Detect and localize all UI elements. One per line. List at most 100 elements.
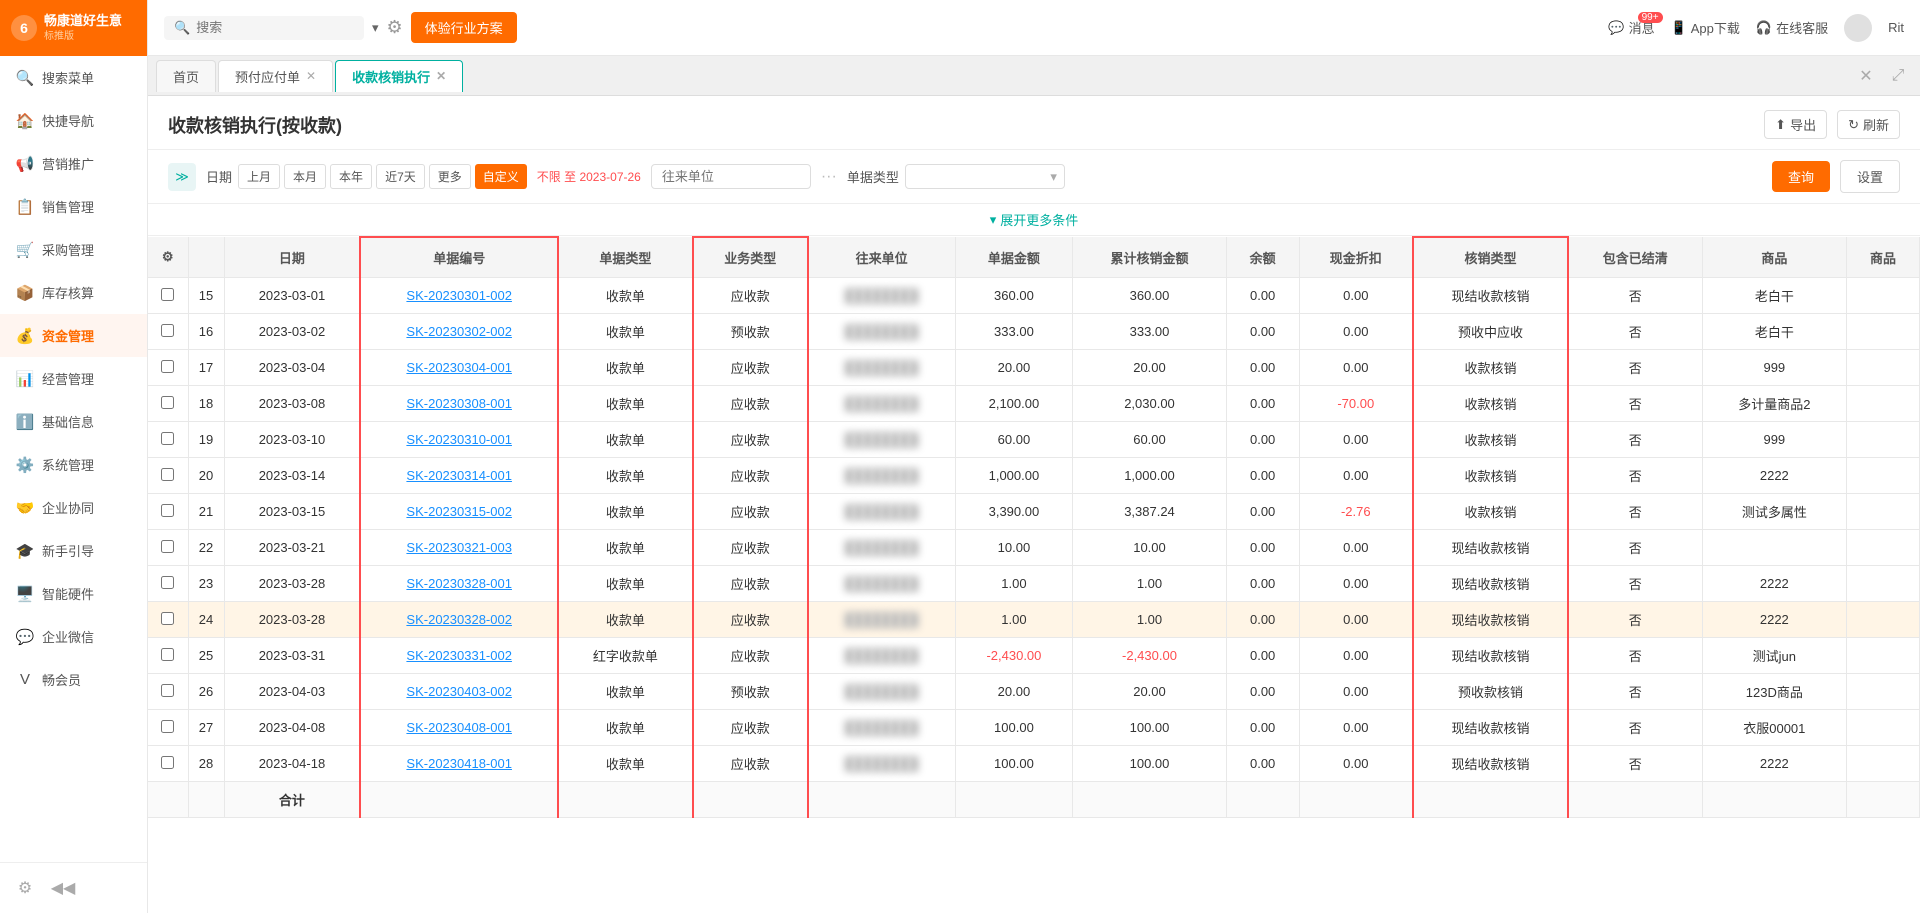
doc-no-link[interactable]: SK-20230403-002 <box>406 684 512 699</box>
th-cancel-type[interactable]: 核销类型 <box>1413 237 1568 278</box>
sidebar-item-search[interactable]: 🔍搜索菜单 <box>0 56 147 99</box>
cell-checkbox[interactable] <box>148 530 188 566</box>
sidebar-item-marketing[interactable]: 📢营销推广 <box>0 142 147 185</box>
expand-more-button[interactable]: ▾ 展开更多条件 <box>990 210 1079 229</box>
sidebar-item-wechat[interactable]: 💬企业微信 <box>0 615 147 658</box>
cell-doc-no[interactable]: SK-20230418-001 <box>360 746 558 782</box>
cell-doc-no[interactable]: SK-20230331-002 <box>360 638 558 674</box>
tab-close-collection[interactable]: ✕ <box>436 69 446 83</box>
sidebar-item-purchase[interactable]: 🛒采购管理 <box>0 228 147 271</box>
cell-checkbox[interactable] <box>148 674 188 710</box>
row-checkbox[interactable] <box>161 648 174 661</box>
th-unit[interactable]: 往来单位 <box>808 237 956 278</box>
th-biz-type[interactable]: 业务类型 <box>693 237 808 278</box>
row-checkbox[interactable] <box>161 540 174 553</box>
more-filters-dots[interactable]: ··· <box>821 168 837 186</box>
cell-doc-no[interactable]: SK-20230328-002 <box>360 602 558 638</box>
doc-no-link[interactable]: SK-20230302-002 <box>406 324 512 339</box>
sidebar-item-guide[interactable]: 🎓新手引导 <box>0 529 147 572</box>
expand-btn[interactable]: ⤢ <box>1884 62 1912 90</box>
tab-close-prepay[interactable]: ✕ <box>306 69 316 83</box>
unit-input[interactable] <box>651 164 811 189</box>
sidebar-item-operations[interactable]: 📊经营管理 <box>0 357 147 400</box>
cell-doc-no[interactable]: SK-20230408-001 <box>360 710 558 746</box>
doc-no-link[interactable]: SK-20230408-001 <box>406 720 512 735</box>
th-gear[interactable]: ⚙ <box>148 237 188 278</box>
solution-button[interactable]: 体验行业方案 <box>411 12 517 43</box>
cell-checkbox[interactable] <box>148 458 188 494</box>
close-all-btn[interactable]: ✕ <box>1852 62 1880 90</box>
th-cash-disc[interactable]: 现金折扣 <box>1299 237 1413 278</box>
th-date[interactable]: 日期 <box>224 237 360 278</box>
cell-doc-no[interactable]: SK-20230403-002 <box>360 674 558 710</box>
doc-no-link[interactable]: SK-20230315-002 <box>406 504 512 519</box>
row-checkbox[interactable] <box>161 432 174 445</box>
dropdown-btn[interactable]: ▾ <box>372 20 379 36</box>
cell-checkbox[interactable] <box>148 710 188 746</box>
th-goods[interactable]: 商品 <box>1702 237 1846 278</box>
th-doc-type[interactable]: 单据类型 <box>558 237 693 278</box>
cell-doc-no[interactable]: SK-20230321-003 <box>360 530 558 566</box>
cell-checkbox[interactable] <box>148 386 188 422</box>
more-date-btn[interactable]: 更多 <box>429 164 471 189</box>
row-checkbox[interactable] <box>161 288 174 301</box>
type-select[interactable] <box>905 164 1065 189</box>
cell-checkbox[interactable] <box>148 278 188 314</box>
th-balance[interactable]: 余额 <box>1226 237 1299 278</box>
th-amount[interactable]: 单据金额 <box>955 237 1073 278</box>
collapse-icon[interactable]: ◀◀ <box>48 873 78 903</box>
sidebar-item-basic[interactable]: ℹ️基础信息 <box>0 400 147 443</box>
settings-button[interactable]: 设置 <box>1840 160 1900 193</box>
sidebar-item-inventory[interactable]: 📦库存核算 <box>0 271 147 314</box>
cell-doc-no[interactable]: SK-20230304-001 <box>360 350 558 386</box>
tab-prepay[interactable]: 预付应付单✕ <box>218 60 333 92</box>
doc-no-link[interactable]: SK-20230304-001 <box>406 360 512 375</box>
sidebar-item-corp[interactable]: 🤝企业协同 <box>0 486 147 529</box>
app-download-item[interactable]: 📱 App下载 <box>1671 18 1740 37</box>
doc-no-link[interactable]: SK-20230328-002 <box>406 612 512 627</box>
row-checkbox[interactable] <box>161 468 174 481</box>
cell-doc-no[interactable]: SK-20230302-002 <box>360 314 558 350</box>
cell-doc-no[interactable]: SK-20230310-001 <box>360 422 558 458</box>
custom-date-btn[interactable]: 自定义 <box>475 164 527 189</box>
doc-no-link[interactable]: SK-20230331-002 <box>406 648 512 663</box>
sidebar-item-quick-nav[interactable]: 🏠快捷导航 <box>0 99 147 142</box>
row-checkbox[interactable] <box>161 612 174 625</box>
sidebar-item-sales[interactable]: 📋销售管理 <box>0 185 147 228</box>
online-service-item[interactable]: 🎧 在线客服 <box>1756 18 1828 37</box>
doc-no-link[interactable]: SK-20230314-001 <box>406 468 512 483</box>
cell-checkbox[interactable] <box>148 602 188 638</box>
last-7-days-btn[interactable]: 近7天 <box>376 164 425 189</box>
th-doc-no[interactable]: 单据编号 <box>360 237 558 278</box>
last-month-btn[interactable]: 上月 <box>238 164 280 189</box>
avatar[interactable] <box>1844 14 1872 42</box>
gear-icon[interactable]: ⚙ <box>387 17 403 38</box>
doc-no-link[interactable]: SK-20230301-002 <box>406 288 512 303</box>
export-button[interactable]: ⬆ 导出 <box>1764 110 1827 139</box>
messages-item[interactable]: 💬 消息 99+ <box>1608 18 1654 37</box>
cell-checkbox[interactable] <box>148 746 188 782</box>
tab-collection[interactable]: 收款核销执行✕ <box>335 60 463 92</box>
cell-checkbox[interactable] <box>148 314 188 350</box>
cell-checkbox[interactable] <box>148 638 188 674</box>
row-checkbox[interactable] <box>161 684 174 697</box>
th-include-settled[interactable]: 包含已结清 <box>1568 237 1702 278</box>
tab-home[interactable]: 首页 <box>156 60 216 92</box>
row-checkbox[interactable] <box>161 396 174 409</box>
this-month-btn[interactable]: 本月 <box>284 164 326 189</box>
cell-checkbox[interactable] <box>148 350 188 386</box>
refresh-button[interactable]: ↻ 刷新 <box>1837 110 1900 139</box>
cell-doc-no[interactable]: SK-20230328-001 <box>360 566 558 602</box>
search-input[interactable] <box>196 20 316 35</box>
cell-checkbox[interactable] <box>148 422 188 458</box>
sidebar-item-member[interactable]: V畅会员 <box>0 658 147 701</box>
this-year-btn[interactable]: 本年 <box>330 164 372 189</box>
table-wrap[interactable]: ⚙ 日期 单据编号 单据类型 业务类型 往来单位 单据金额 累计核销金额 余额 … <box>148 236 1920 913</box>
row-checkbox[interactable] <box>161 324 174 337</box>
row-checkbox[interactable] <box>161 756 174 769</box>
doc-no-link[interactable]: SK-20230321-003 <box>406 540 512 555</box>
cell-checkbox[interactable] <box>148 494 188 530</box>
filter-toggle-button[interactable]: ≫ <box>168 163 196 191</box>
cell-doc-no[interactable]: SK-20230301-002 <box>360 278 558 314</box>
sidebar-item-hardware[interactable]: 🖥️智能硬件 <box>0 572 147 615</box>
